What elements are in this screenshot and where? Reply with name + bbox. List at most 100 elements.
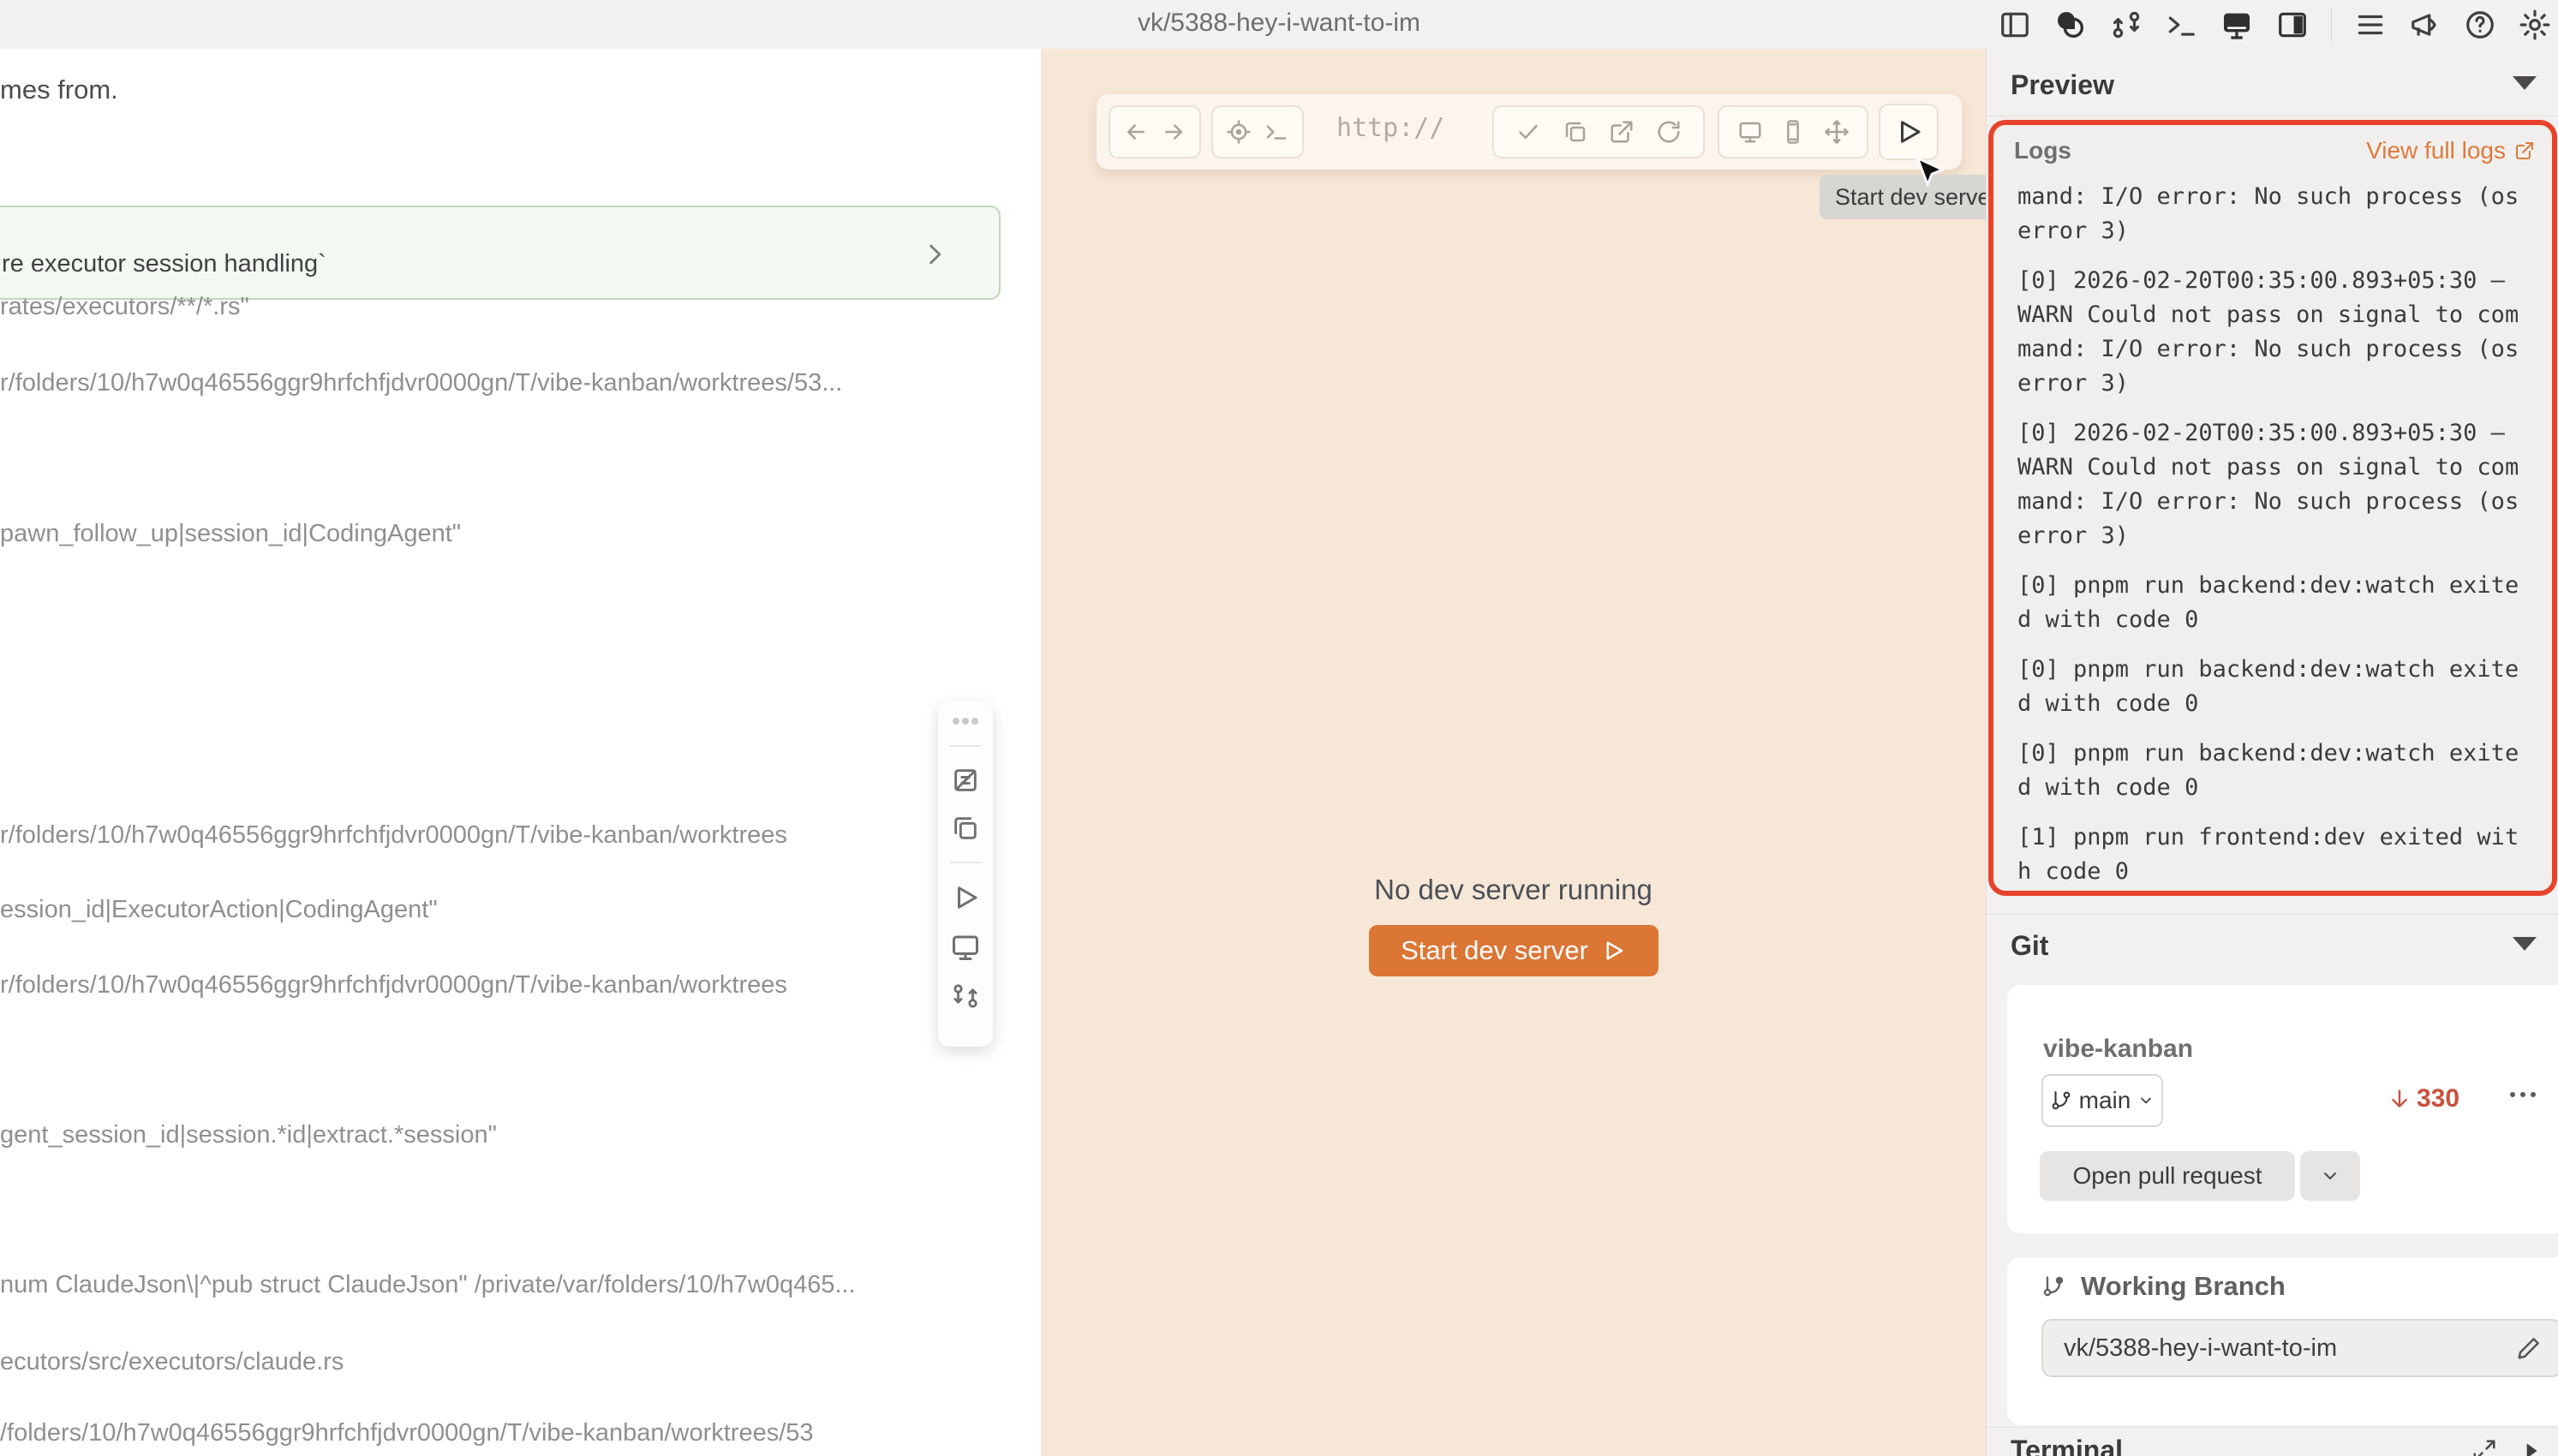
titlebar-divider bbox=[2331, 8, 2332, 42]
panel-left-icon[interactable] bbox=[1999, 9, 2031, 41]
forward-icon[interactable] bbox=[1161, 119, 1186, 145]
monitor-icon[interactable] bbox=[950, 932, 981, 963]
working-branch-field[interactable]: vk/5388-hey-i-want-to-im bbox=[2041, 1319, 2558, 1377]
log-text-line: ession_id|ExecutorAction|CodingAgent" bbox=[0, 896, 438, 924]
log-entry: [0] 2026-02-20T00:35:00.893+05:30 – WARN… bbox=[2017, 264, 2519, 401]
titlebar-actions bbox=[1999, 8, 2551, 42]
working-branch-value: vk/5388-hey-i-want-to-im bbox=[2064, 1334, 2516, 1363]
more-options-icon[interactable] bbox=[2507, 1089, 2538, 1100]
locate-icon[interactable] bbox=[1226, 119, 1252, 145]
git-section-title: Git bbox=[2011, 930, 2048, 962]
chevron-right-icon bbox=[920, 240, 949, 269]
git-card: vibe-kanban main 330 Open pull request bbox=[2007, 985, 2558, 1233]
terminal-header-actions bbox=[2471, 1438, 2542, 1456]
log-text-line: r/folders/10/h7w0q46556ggr9hrfchfjdvr000… bbox=[0, 821, 787, 850]
mouse-cursor bbox=[1910, 153, 1949, 193]
branch-selector[interactable]: main bbox=[2041, 1074, 2163, 1127]
titlebar: vk/5388-hey-i-want-to-im bbox=[0, 0, 2558, 50]
monitor-icon[interactable] bbox=[2220, 8, 2254, 42]
chevron-down-icon bbox=[2513, 76, 2537, 90]
terminal-section-header[interactable]: Terminal bbox=[1987, 1427, 2558, 1435]
help-icon[interactable] bbox=[2464, 9, 2496, 41]
check-icon[interactable] bbox=[1515, 119, 1541, 145]
drag-handle-icon[interactable] bbox=[951, 716, 980, 726]
logs-scroll-area[interactable]: mand: I/O error: No such process (os err… bbox=[2017, 180, 2531, 896]
mobile-icon[interactable] bbox=[1780, 119, 1806, 145]
open-external-icon bbox=[2514, 140, 2535, 161]
url-input[interactable]: http:// bbox=[1336, 113, 1444, 143]
move-icon[interactable] bbox=[1824, 119, 1850, 145]
log-text-line: r/folders/10/h7w0q46556ggr9hrfchfjdvr000… bbox=[0, 369, 842, 397]
log-text-line: pawn_follow_up|session_id|CodingAgent" bbox=[0, 520, 461, 548]
log-entry: [0] pnpm run backend:dev:watch exited wi… bbox=[2017, 569, 2519, 637]
tools-group bbox=[1211, 105, 1304, 158]
terminal-icon[interactable] bbox=[1264, 119, 1289, 145]
commits-behind-indicator: 330 bbox=[2388, 1084, 2459, 1113]
terminal-section-title: Terminal bbox=[2011, 1435, 2123, 1456]
git-branch-icon bbox=[2050, 1089, 2072, 1112]
task-success-text: re executor session handling` bbox=[2, 250, 326, 278]
git-branch-icon bbox=[2041, 1274, 2065, 1298]
start-dev-server-tooltip: Start dev server bbox=[1820, 175, 1986, 219]
empty-state-message: No dev server running bbox=[1041, 874, 1986, 906]
arrow-down-icon bbox=[2388, 1087, 2412, 1111]
log-entry: [0] pnpm run backend:dev:watch exited wi… bbox=[2017, 653, 2519, 721]
branch-name: main bbox=[2079, 1087, 2131, 1114]
megaphone-icon[interactable] bbox=[2409, 9, 2441, 41]
messages-icon[interactable] bbox=[2053, 8, 2088, 42]
device-group bbox=[1718, 105, 1868, 158]
task-detail-panel: mes from. re executor session handling` … bbox=[0, 49, 1041, 1456]
working-branch-card: Working Branch vk/5388-hey-i-want-to-im bbox=[2007, 1257, 2558, 1425]
log-text-line: ecutors/src/executors/claude.rs bbox=[0, 1348, 344, 1376]
log-text-line: /folders/10/h7w0q46556ggr9hrfchfjdvr0000… bbox=[0, 1419, 814, 1447]
behind-count: 330 bbox=[2417, 1084, 2459, 1113]
chevron-right-icon[interactable] bbox=[2519, 1440, 2542, 1456]
panel-right-icon[interactable] bbox=[2276, 9, 2309, 41]
edit-pencil-icon[interactable] bbox=[2516, 1335, 2542, 1361]
start-dev-server-button[interactable]: Start dev server bbox=[1369, 925, 1659, 976]
menu-icon[interactable] bbox=[2354, 9, 2387, 41]
log-text-line: rates/executors/**/*.rs" bbox=[0, 293, 249, 321]
open-external-icon[interactable] bbox=[1609, 119, 1635, 145]
log-entry: mand: I/O error: No such process (os err… bbox=[2017, 180, 2519, 248]
settings-gear-icon[interactable] bbox=[2519, 9, 2551, 41]
log-text-line: gent_session_id|session.*id|extract.*ses… bbox=[0, 1121, 497, 1149]
back-icon[interactable] bbox=[1123, 119, 1149, 145]
log-entry: [0] 2026-02-20T00:35:00.893+05:30 – WARN… bbox=[2017, 416, 2519, 553]
floating-toolbar bbox=[938, 701, 993, 1047]
desktop-icon[interactable] bbox=[1737, 119, 1763, 145]
log-text-line: r/folders/10/h7w0q46556ggr9hrfchfjdvr000… bbox=[0, 971, 787, 1000]
logs-title: Logs bbox=[2014, 137, 2071, 164]
git-compare-icon[interactable] bbox=[951, 982, 980, 1011]
log-text-line: num ClaudeJson\|^pub struct ClaudeJson" … bbox=[0, 1271, 856, 1299]
copy-icon[interactable] bbox=[951, 814, 980, 843]
task-success-box[interactable]: re executor session handling` bbox=[0, 206, 1001, 300]
working-branch-header: Working Branch bbox=[2041, 1271, 2286, 1302]
logs-header: Logs View full logs bbox=[2014, 137, 2535, 164]
sidebar-panel: Preview Logs View full logs mand: I/O er… bbox=[1986, 49, 2558, 1456]
start-dev-server-icon-button[interactable] bbox=[1879, 104, 1939, 160]
git-compare-icon[interactable] bbox=[2110, 9, 2143, 41]
git-section-header[interactable]: Git bbox=[1987, 914, 2558, 930]
terminal-icon[interactable] bbox=[2165, 9, 2197, 41]
chevron-down-icon bbox=[2320, 1166, 2340, 1186]
view-full-logs-link[interactable]: View full logs bbox=[2366, 137, 2535, 164]
toolbar-divider bbox=[950, 862, 981, 863]
play-icon[interactable] bbox=[950, 882, 981, 913]
preview-toolbar: http:// bbox=[1097, 94, 1962, 170]
toolbar-divider bbox=[950, 745, 981, 747]
expand-icon[interactable] bbox=[2471, 1438, 2497, 1456]
select-element-off-icon[interactable] bbox=[951, 766, 980, 795]
view-full-logs-label: View full logs bbox=[2366, 137, 2506, 164]
pull-request-dropdown-button[interactable] bbox=[2300, 1151, 2360, 1201]
page-actions-group bbox=[1492, 105, 1705, 158]
start-dev-server-label: Start dev server bbox=[1401, 935, 1588, 966]
copy-icon[interactable] bbox=[1563, 119, 1588, 145]
log-entry: [0] pnpm run backend:dev:watch exited wi… bbox=[2017, 737, 2519, 805]
play-icon bbox=[1600, 938, 1626, 964]
repo-name: vibe-kanban bbox=[2043, 1035, 2193, 1064]
app-window: vk/5388-hey-i-want-to-im mes from. re ex… bbox=[0, 0, 2558, 1456]
refresh-icon[interactable] bbox=[1656, 119, 1682, 145]
open-pull-request-button[interactable]: Open pull request bbox=[2040, 1151, 2295, 1201]
logs-box: Logs View full logs mand: I/O error: No … bbox=[1988, 120, 2557, 896]
